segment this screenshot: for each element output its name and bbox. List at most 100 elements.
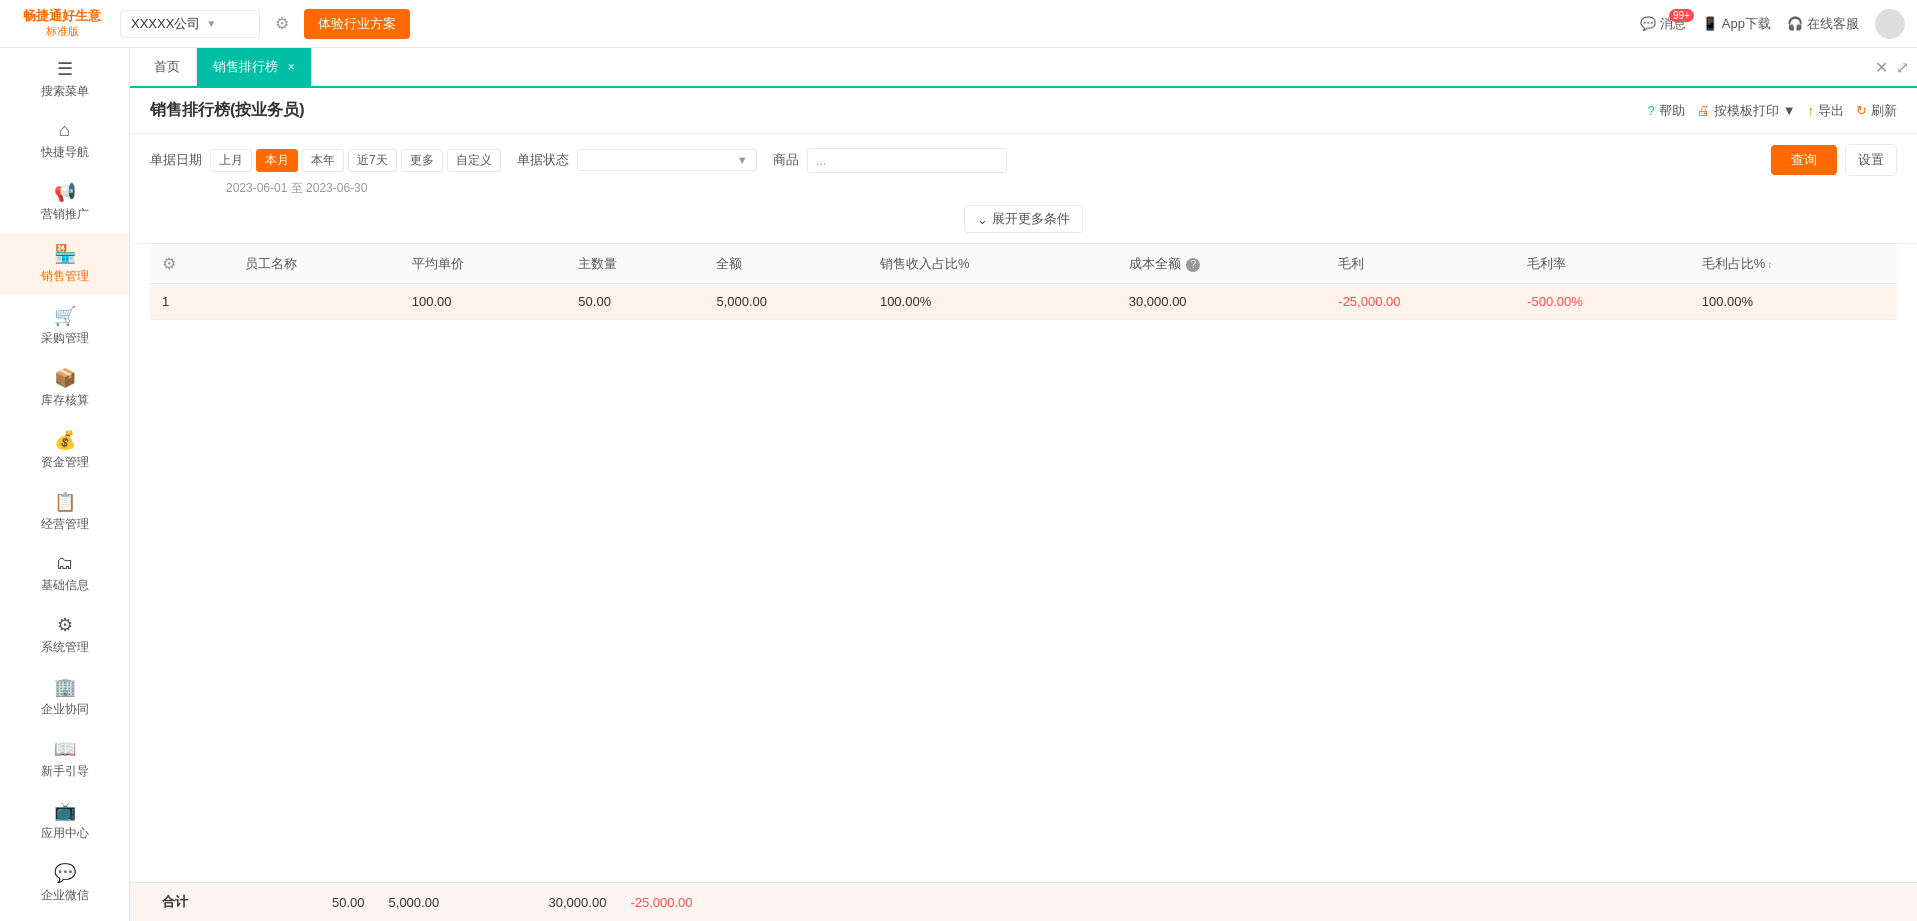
print-button[interactable]: 🖨 按模板打印 ▼ bbox=[1697, 102, 1796, 120]
tab-bar: 首页 销售排行榜 × ✕ ⤢ bbox=[130, 48, 1917, 88]
enterprise-icon: 🏢 bbox=[54, 676, 76, 698]
sidebar-item-label: 应用中心 bbox=[41, 825, 89, 842]
sidebar-item-basic[interactable]: 🗂 基础信息 bbox=[0, 543, 129, 604]
window-close-icon[interactable]: ✕ bbox=[1875, 58, 1888, 77]
app-icon: 📱 bbox=[1702, 16, 1718, 31]
settings-icon[interactable]: ⚙ bbox=[268, 10, 296, 38]
refresh-button[interactable]: ↻ 刷新 bbox=[1856, 102, 1897, 120]
cell-sales-pct: 100.00% bbox=[868, 284, 1117, 320]
col-gross-pct: 毛利占比%↕ bbox=[1690, 244, 1897, 284]
footer-cost: 30,000.00 bbox=[537, 895, 619, 910]
sidebar-item-shortcut[interactable]: ⌂ 快捷导航 bbox=[0, 110, 129, 171]
print-icon: 🖨 bbox=[1697, 103, 1710, 118]
sidebar-item-label: 快捷导航 bbox=[41, 144, 89, 161]
sidebar-item-purchase[interactable]: 🛒 采购管理 bbox=[0, 295, 129, 357]
search-icon: ☰ bbox=[57, 58, 73, 80]
sidebar-item-management[interactable]: 📋 经营管理 bbox=[0, 481, 129, 543]
query-button[interactable]: 查询 bbox=[1771, 145, 1837, 175]
print-arrow-icon: ▼ bbox=[1783, 103, 1796, 118]
sales-ranking-table: ⚙ 员工名称 平均单价 主数量 全额 销售收入占比% 成本全额 ? 毛利 毛利率… bbox=[150, 244, 1897, 320]
goods-input[interactable]: ... bbox=[807, 148, 1007, 173]
status-filter-label: 单据状态 bbox=[517, 151, 569, 169]
sidebar-item-search[interactable]: ☰ 搜索菜单 bbox=[0, 48, 129, 110]
wechat-icon: 💬 bbox=[54, 862, 76, 884]
expand-icon: ⌄ bbox=[977, 212, 988, 227]
expand-filter-button[interactable]: ⌄ 展开更多条件 bbox=[964, 205, 1083, 233]
sort-icon: ↕ bbox=[1767, 259, 1772, 270]
footer-quantity: 50.00 bbox=[320, 895, 377, 910]
window-expand-icon[interactable]: ⤢ bbox=[1896, 58, 1909, 77]
tab-sales-ranking[interactable]: 销售排行榜 × bbox=[197, 48, 312, 86]
headset-icon: 🎧 bbox=[1787, 16, 1803, 31]
sidebar-item-wechat[interactable]: 💬 企业微信 bbox=[0, 852, 129, 914]
help-icon: ? bbox=[1647, 103, 1654, 118]
sidebar-item-label: 资金管理 bbox=[41, 454, 89, 471]
sidebar-item-label: 库存核算 bbox=[41, 392, 89, 409]
apps-icon: 📺 bbox=[54, 800, 76, 822]
system-icon: ⚙ bbox=[57, 614, 73, 636]
settings-button[interactable]: 设置 bbox=[1845, 144, 1897, 176]
tab-close-icon[interactable]: × bbox=[288, 60, 295, 74]
date-btn-custom[interactable]: 自定义 bbox=[447, 149, 501, 172]
finance-icon: 💰 bbox=[54, 429, 76, 451]
date-buttons: 上月 本月 本年 近7天 更多 自定义 bbox=[210, 149, 501, 172]
company-name: XXXXX公司 bbox=[131, 15, 200, 33]
sidebar-item-label: 搜索菜单 bbox=[41, 83, 89, 100]
sidebar-item-sales[interactable]: 🏪 销售管理 bbox=[0, 233, 129, 295]
footer-amount: 5,000.00 bbox=[377, 895, 457, 910]
date-btn-this-month[interactable]: 本月 bbox=[256, 149, 298, 172]
goods-filter-label: 商品 bbox=[773, 151, 799, 169]
tab-home[interactable]: 首页 bbox=[138, 48, 197, 86]
sidebar-item-label: 企业协同 bbox=[41, 701, 89, 718]
date-btn-this-year[interactable]: 本年 bbox=[302, 149, 344, 172]
cell-cost: 30,000.00 bbox=[1117, 284, 1327, 320]
footer-label: 合计 bbox=[150, 893, 200, 911]
app-download-button[interactable]: 📱 App下载 bbox=[1702, 15, 1771, 33]
status-filter: 单据状态 ▼ bbox=[517, 149, 757, 171]
date-btn-prev-month[interactable]: 上月 bbox=[210, 149, 252, 172]
sidebar-item-label: 销售管理 bbox=[41, 268, 89, 285]
sidebar-item-label: 采购管理 bbox=[41, 330, 89, 347]
cell-gross-rate: -500.00% bbox=[1515, 284, 1690, 320]
date-filter-label: 单据日期 bbox=[150, 151, 202, 169]
home-icon: ⌂ bbox=[59, 120, 70, 141]
page-title: 销售排行榜(按业务员) bbox=[150, 100, 1647, 121]
logo-title: 畅捷通好生意 bbox=[23, 8, 101, 24]
col-quantity: 主数量 bbox=[566, 244, 704, 284]
col-settings[interactable]: ⚙ bbox=[150, 244, 233, 284]
cost-info-icon[interactable]: ? bbox=[1186, 258, 1200, 272]
column-settings-icon[interactable]: ⚙ bbox=[162, 255, 176, 272]
cell-name bbox=[233, 284, 400, 320]
refresh-icon: ↻ bbox=[1856, 103, 1867, 118]
sidebar-item-inventory[interactable]: 📦 库存核算 bbox=[0, 357, 129, 419]
help-button[interactable]: ? 帮助 bbox=[1647, 102, 1684, 120]
sidebar-item-finance[interactable]: 💰 资金管理 bbox=[0, 419, 129, 481]
col-name: 员工名称 bbox=[233, 244, 400, 284]
online-service-button[interactable]: 🎧 在线客服 bbox=[1787, 15, 1859, 33]
sales-icon: 🏪 bbox=[54, 243, 76, 265]
avatar[interactable] bbox=[1875, 9, 1905, 39]
date-btn-7days[interactable]: 近7天 bbox=[348, 149, 397, 172]
trial-button[interactable]: 体验行业方案 bbox=[304, 9, 410, 39]
status-select[interactable]: ▼ bbox=[577, 149, 757, 171]
management-icon: 📋 bbox=[54, 491, 76, 513]
col-gross-rate: 毛利率 bbox=[1515, 244, 1690, 284]
message-button[interactable]: 💬 消息 99+ bbox=[1640, 15, 1686, 33]
date-btn-more[interactable]: 更多 bbox=[401, 149, 443, 172]
cell-gross: -25,000.00 bbox=[1326, 284, 1515, 320]
status-dropdown-icon: ▼ bbox=[737, 154, 748, 166]
sidebar-item-apps[interactable]: 📺 应用中心 bbox=[0, 790, 129, 852]
sidebar-item-system[interactable]: ⚙ 系统管理 bbox=[0, 604, 129, 666]
company-selector[interactable]: XXXXX公司 ▼ bbox=[120, 10, 260, 38]
export-button[interactable]: ↑ 导出 bbox=[1808, 102, 1845, 120]
sidebar-item-enterprise[interactable]: 🏢 企业协同 bbox=[0, 666, 129, 728]
sidebar-item-member[interactable]: V 畅会员 bbox=[0, 914, 129, 921]
sidebar-item-label: 系统管理 bbox=[41, 639, 89, 656]
logo-subtitle: 标准版 bbox=[46, 24, 79, 39]
sidebar-item-guide[interactable]: 📖 新手引导 bbox=[0, 728, 129, 790]
sidebar-item-marketing[interactable]: 📢 营销推广 bbox=[0, 171, 129, 233]
logo: 畅捷通好生意 标准版 bbox=[12, 8, 112, 39]
sidebar-item-label: 经营管理 bbox=[41, 516, 89, 533]
cell-gross-pct: 100.00% bbox=[1690, 284, 1897, 320]
marketing-icon: 📢 bbox=[54, 181, 76, 203]
